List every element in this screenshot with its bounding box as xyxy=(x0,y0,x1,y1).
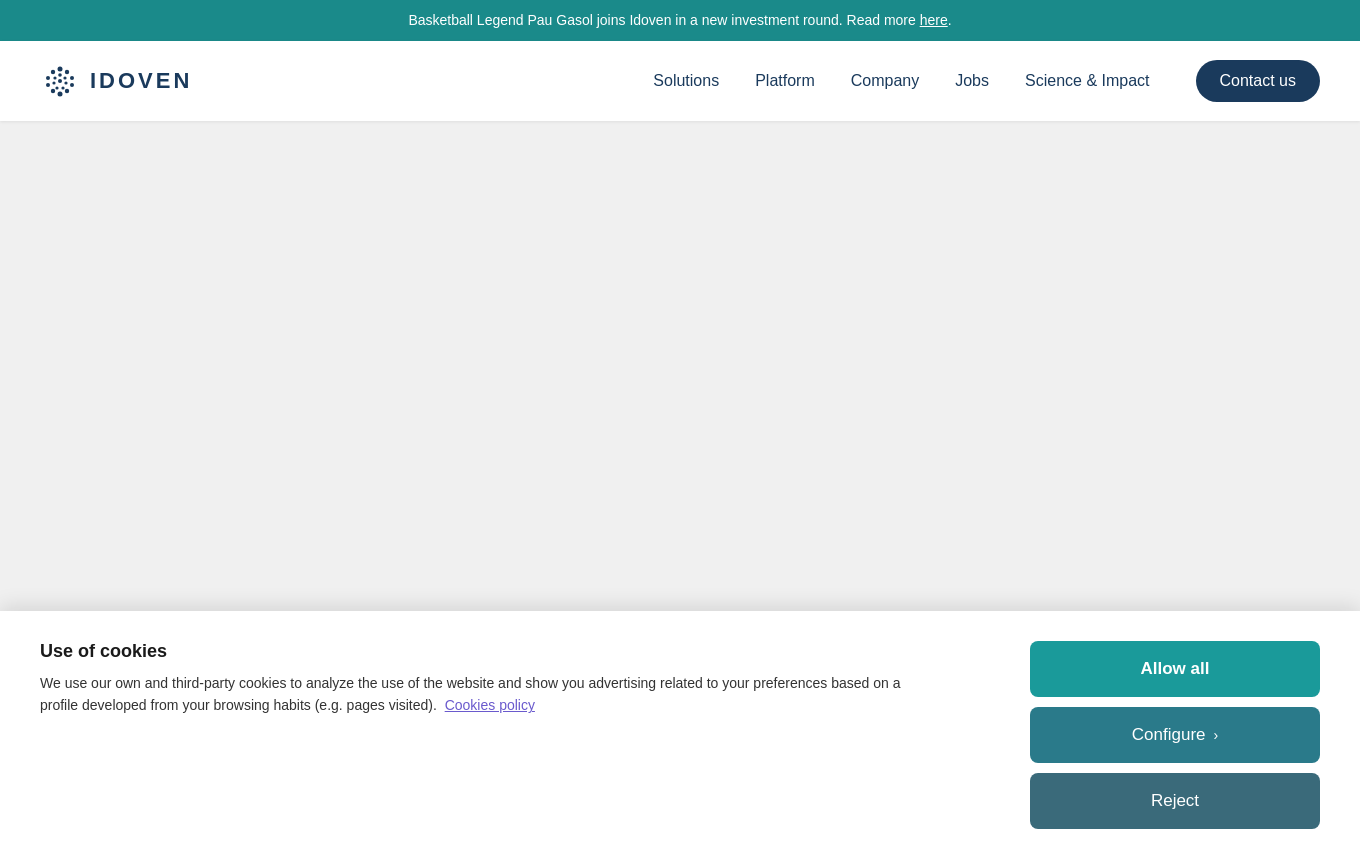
svg-point-8 xyxy=(46,76,50,80)
svg-point-17 xyxy=(58,79,62,83)
cookie-description: We use our own and third-party cookies t… xyxy=(40,672,940,717)
svg-point-16 xyxy=(53,76,56,79)
configure-button[interactable]: Configure › xyxy=(1030,707,1320,763)
cookie-title: Use of cookies xyxy=(40,641,940,662)
svg-point-9 xyxy=(51,70,55,74)
svg-point-7 xyxy=(46,83,50,87)
contact-us-button[interactable]: Contact us xyxy=(1196,60,1320,102)
svg-point-12 xyxy=(64,81,67,84)
svg-point-14 xyxy=(55,86,58,89)
announcement-link[interactable]: here xyxy=(920,12,948,28)
svg-point-10 xyxy=(58,73,62,77)
svg-point-15 xyxy=(52,81,55,84)
logo-icon xyxy=(40,61,80,101)
nav-links: Solutions Platform Company Jobs Science … xyxy=(653,60,1320,102)
svg-point-2 xyxy=(70,76,74,80)
cookie-buttons: Allow all Configure › Reject xyxy=(1030,641,1320,829)
svg-point-0 xyxy=(58,67,63,72)
configure-label: Configure xyxy=(1132,725,1206,745)
allow-all-button[interactable]: Allow all xyxy=(1030,641,1320,697)
svg-point-5 xyxy=(58,92,63,97)
logo-text: IDOVEN xyxy=(90,68,192,94)
announcement-text: Basketball Legend Pau Gasol joins Idoven… xyxy=(408,12,919,28)
logo-area[interactable]: IDOVEN xyxy=(40,61,192,101)
announcement-bar: Basketball Legend Pau Gasol joins Idoven… xyxy=(0,0,1360,41)
svg-point-13 xyxy=(61,86,64,89)
reject-button[interactable]: Reject xyxy=(1030,773,1320,829)
chevron-right-icon: › xyxy=(1214,727,1219,743)
cookie-text-area: Use of cookies We use our own and third-… xyxy=(40,641,940,717)
svg-point-6 xyxy=(51,89,55,93)
nav-science-impact[interactable]: Science & Impact xyxy=(1025,72,1150,90)
svg-point-3 xyxy=(70,83,74,87)
nav-company[interactable]: Company xyxy=(851,72,919,90)
svg-point-1 xyxy=(65,70,69,74)
navbar: IDOVEN Solutions Platform Company Jobs S… xyxy=(0,41,1360,121)
main-content xyxy=(0,121,1360,661)
cookie-policy-link[interactable]: Cookies policy xyxy=(445,697,535,713)
nav-platform[interactable]: Platform xyxy=(755,72,815,90)
nav-solutions[interactable]: Solutions xyxy=(653,72,719,90)
nav-jobs[interactable]: Jobs xyxy=(955,72,989,90)
svg-point-4 xyxy=(65,89,69,93)
cookie-banner: Use of cookies We use our own and third-… xyxy=(0,611,1360,859)
svg-point-11 xyxy=(63,76,66,79)
